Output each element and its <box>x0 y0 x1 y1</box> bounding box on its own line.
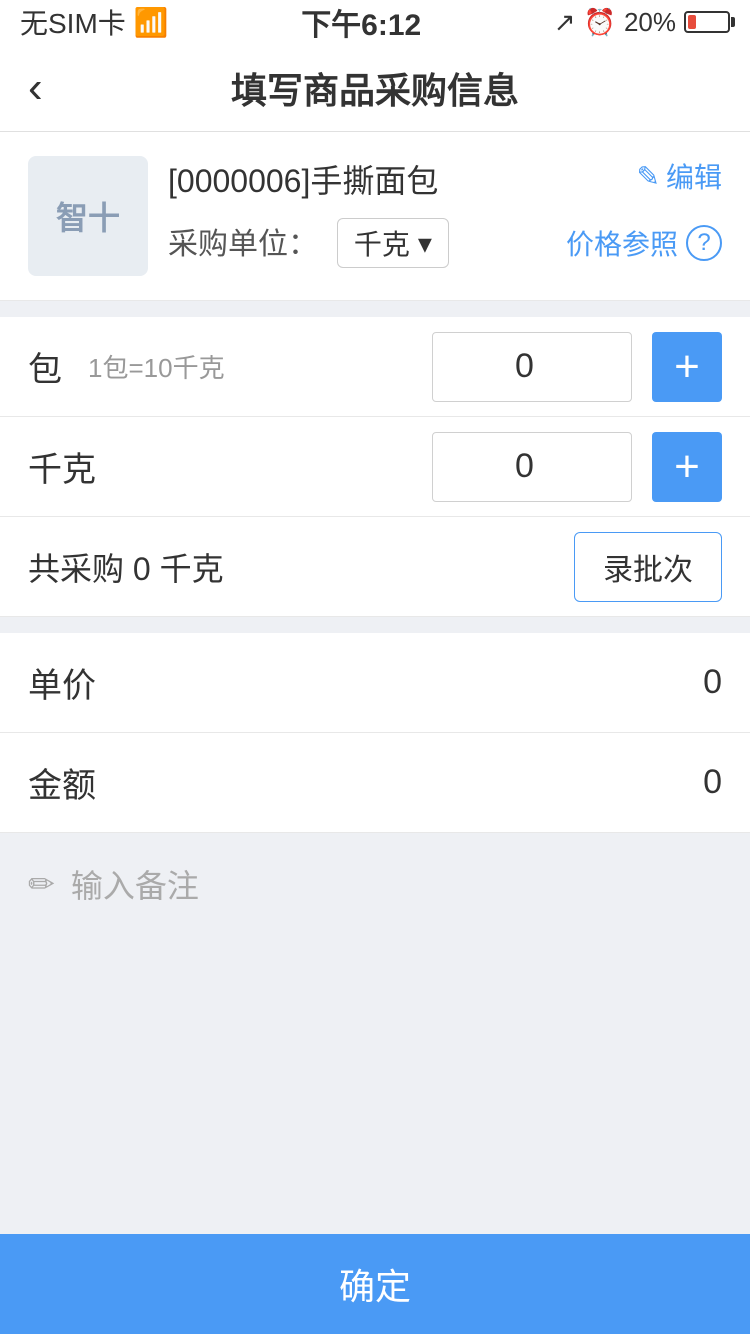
bao-plus-button[interactable]: + <box>652 332 722 402</box>
battery-icon <box>684 11 730 33</box>
bao-label: 包 <box>28 342 62 391</box>
nav-bar: ‹ 填写商品采购信息 <box>0 44 750 132</box>
price-ref-button[interactable]: 价格参照 ? <box>566 223 722 263</box>
price-section: 单价 0 金额 0 <box>0 633 750 833</box>
status-bar: 无SIM卡 📶 下午6:12 ↗ ⏰ 20% <box>0 0 750 44</box>
unit-value: 千克 <box>354 223 410 263</box>
bao-sublabel: 1包=10千克 <box>88 348 225 385</box>
unit-select[interactable]: 千克 ▾ <box>337 218 449 268</box>
batch-button[interactable]: 录批次 <box>574 532 722 602</box>
product-header: [0000006]手撕面包 ✎ 编辑 <box>168 156 722 202</box>
product-info: [0000006]手撕面包 ✎ 编辑 采购单位： 千克 ▾ 价格参照 ? <box>168 156 722 268</box>
amount-label: 金额 <box>28 758 703 807</box>
product-unit-row: 采购单位： 千克 ▾ 价格参照 ? <box>168 218 722 268</box>
product-image-label: 智十 <box>56 193 120 239</box>
wifi-icon: 📶 <box>134 6 169 39</box>
amount-value: 0 <box>703 763 722 802</box>
price-ref-help-icon: ? <box>686 225 722 261</box>
edit-button[interactable]: ✎ 编辑 <box>637 156 722 196</box>
content-area <box>0 935 750 1265</box>
unit-area: 采购单位： 千克 ▾ <box>168 218 449 268</box>
status-time: 下午6:12 <box>301 0 421 44</box>
section-divider-1 <box>0 301 750 317</box>
battery-fill <box>688 15 696 29</box>
unit-prefix: 采购单位： <box>168 228 318 261</box>
amount-row: 金额 0 <box>0 733 750 833</box>
notes-placeholder: 输入备注 <box>71 861 199 907</box>
carrier-label: 无SIM卡 <box>20 2 126 42</box>
product-image: 智十 <box>28 156 148 276</box>
notes-section[interactable]: ✏ 输入备注 <box>0 833 750 935</box>
location-icon: ↗ <box>554 7 576 38</box>
back-button[interactable]: ‹ <box>28 63 43 113</box>
kg-input[interactable] <box>432 432 632 502</box>
unit-price-value: 0 <box>703 663 722 702</box>
kg-row: 千克 + <box>0 417 750 517</box>
confirm-button[interactable]: 确定 <box>0 1234 750 1334</box>
page-title: 填写商品采购信息 <box>231 62 519 114</box>
product-name: [0000006]手撕面包 <box>168 156 637 202</box>
product-card: 智十 [0000006]手撕面包 ✎ 编辑 采购单位： 千克 ▾ 价格参照 ? <box>0 132 750 301</box>
total-row: 共采购 0 千克 录批次 <box>0 517 750 617</box>
status-right: ↗ ⏰ 20% <box>554 7 730 38</box>
pencil-icon: ✏ <box>28 865 55 903</box>
section-divider-2 <box>0 617 750 633</box>
unit-dropdown-arrow: ▾ <box>418 227 432 260</box>
bao-input[interactable] <box>432 332 632 402</box>
edit-icon: ✎ <box>637 160 660 193</box>
total-text: 共采购 0 千克 <box>28 544 574 590</box>
kg-plus-button[interactable]: + <box>652 432 722 502</box>
input-section: 包 1包=10千克 + 千克 + 共采购 0 千克 录批次 <box>0 317 750 617</box>
edit-label: 编辑 <box>666 156 722 196</box>
bao-row: 包 1包=10千克 + <box>0 317 750 417</box>
price-ref-label: 价格参照 <box>566 223 678 263</box>
alarm-icon: ⏰ <box>584 7 616 38</box>
unit-price-label: 单价 <box>28 658 703 707</box>
kg-label: 千克 <box>28 442 96 491</box>
battery-percent: 20% <box>624 7 676 38</box>
unit-price-row: 单价 0 <box>0 633 750 733</box>
status-left: 无SIM卡 📶 <box>20 2 169 42</box>
